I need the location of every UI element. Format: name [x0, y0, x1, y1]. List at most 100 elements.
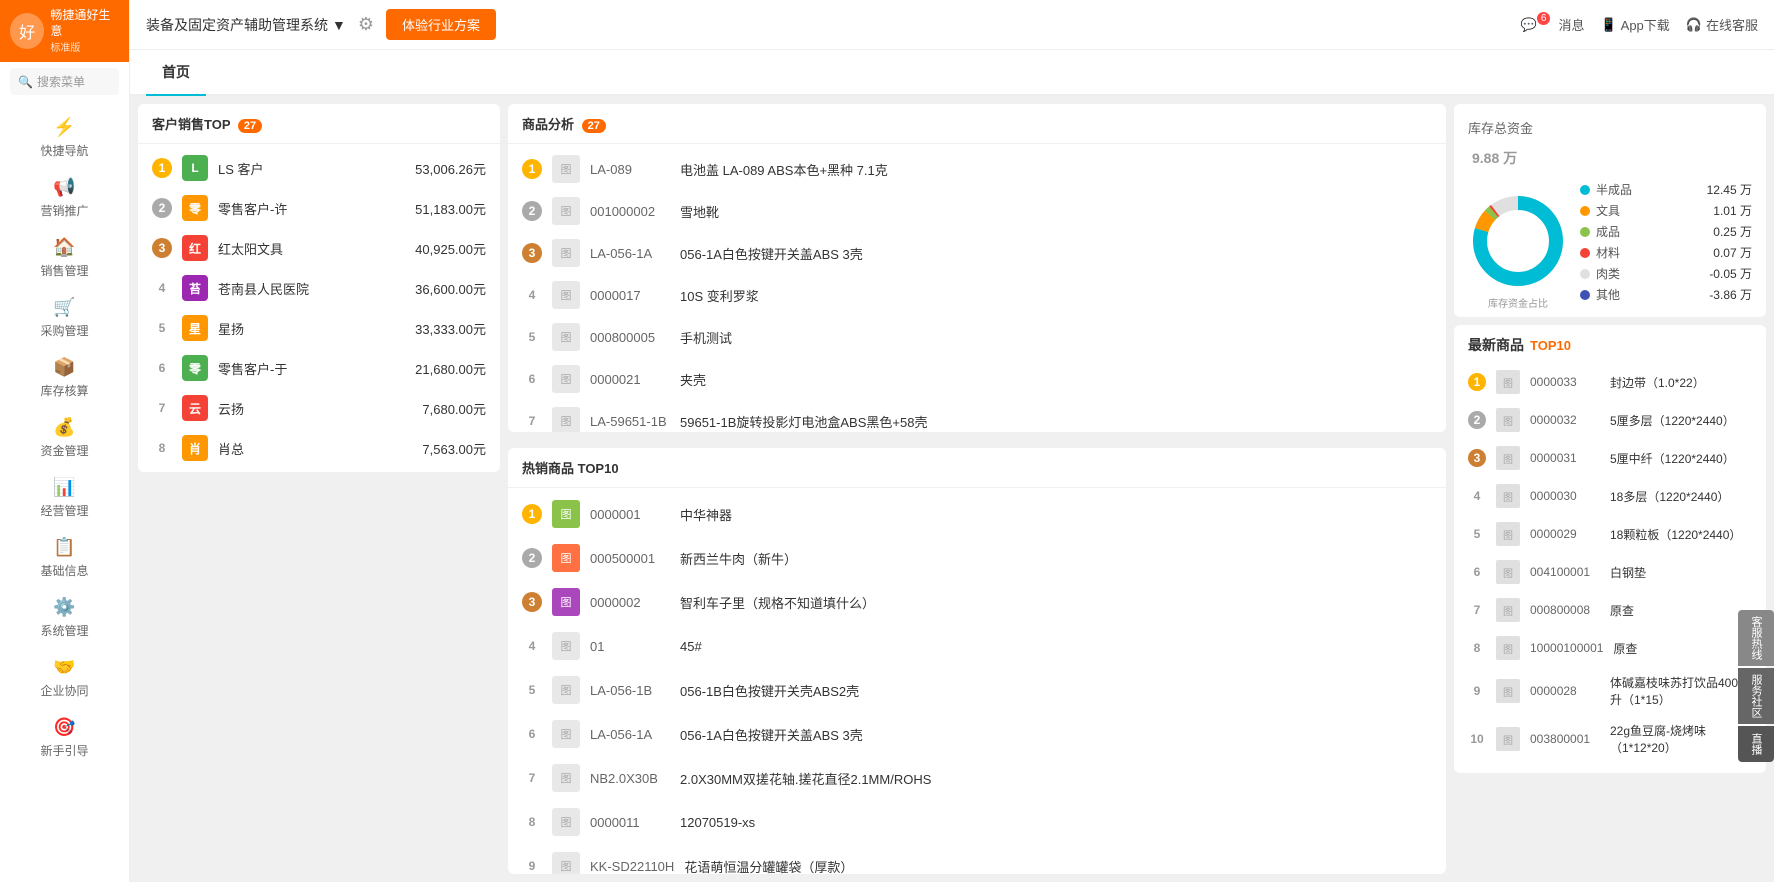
hot-rank-number: 6 — [522, 724, 542, 744]
app-badge: 标准版 — [50, 39, 119, 54]
customer-amount: 33,333.00元 — [415, 319, 486, 338]
legend-value: 1.01 万 — [1713, 202, 1752, 219]
hot-product-code: 000500001 — [590, 551, 670, 566]
product-rank-number: 7 — [522, 411, 542, 431]
rank-avatar: 云 — [182, 395, 208, 421]
sidebar-item-finance[interactable]: 💰 资金管理 — [0, 407, 129, 467]
customer-ranking-item: 7 云 云扬 7,680.00元 — [138, 388, 500, 428]
app-download-button[interactable]: 📱 App下载 — [1600, 15, 1669, 34]
hot-product-code: 0000001 — [590, 507, 670, 522]
customer-amount: 53,006.26元 — [415, 159, 486, 178]
customer-name: 云扬 — [218, 399, 412, 418]
quick-nav-icon: ⚡ — [53, 117, 75, 138]
product-thumb: 图 — [552, 588, 580, 616]
sidebar-item-basic-info[interactable]: 📋 基础信息 — [0, 527, 129, 587]
guide-icon: 🎯 — [53, 717, 75, 738]
hot-product-code: 01 — [590, 639, 670, 654]
hot-product-item: 4 图 01 45# — [508, 624, 1446, 668]
online-service-button[interactable]: 🎧 在线客服 — [1686, 15, 1758, 34]
sidebar-item-operations[interactable]: 📊 经营管理 — [0, 467, 129, 527]
sidebar-item-label: 系统管理 — [40, 622, 88, 639]
new-product-name: 18颗粒板（1220*2440） — [1610, 526, 1752, 543]
trial-button[interactable]: 体验行业方案 — [386, 9, 496, 40]
product-ranking-item: 2 图 001000002 雪地靴 — [508, 190, 1446, 232]
new-product-rank: 10 — [1468, 730, 1486, 748]
product-thumb: 图 — [552, 407, 580, 432]
sidebar-item-marketing[interactable]: 📢 营销推广 — [0, 167, 129, 227]
customer-ranking-badge: 27 — [238, 119, 262, 133]
rank-avatar: 红 — [182, 235, 208, 261]
online-service-label: 在线客服 — [1706, 15, 1758, 34]
sidebar-item-system[interactable]: ⚙️ 系统管理 — [0, 587, 129, 647]
sidebar-item-guide[interactable]: 🎯 新手引导 — [0, 707, 129, 767]
new-product-name: 18多层（1220*2440） — [1610, 488, 1752, 505]
tab-home[interactable]: 首页 — [146, 50, 206, 96]
new-product-code: 003800001 — [1530, 732, 1600, 746]
hot-product-code: KK-SD22110H — [590, 859, 674, 874]
new-products-list: 1 图 0000033 封边带（1.0*22） 2 图 0000032 5厘多层… — [1454, 363, 1766, 763]
system-title-dropdown[interactable]: 装备及固定资产辅助管理系统 ▼ — [146, 15, 346, 35]
customer-ranking-title: 客户销售TOP 27 — [152, 114, 262, 133]
hot-product-code: LA-056-1B — [590, 683, 670, 698]
inventory-title: 库存总资金 — [1468, 118, 1752, 137]
new-product-item: 8 图 10000100001 原查 — [1454, 629, 1766, 667]
legend-color-dot — [1580, 227, 1590, 237]
product-rank-number: 5 — [522, 327, 542, 347]
collab-icon: 🤝 — [53, 657, 75, 678]
sidebar-item-collab[interactable]: 🤝 企业协同 — [0, 647, 129, 707]
product-analysis-badge: 27 — [582, 119, 606, 133]
rank-avatar: 零 — [182, 355, 208, 381]
hot-product-code: NB2.0X30B — [590, 771, 670, 786]
logo-icon: 好 — [10, 13, 44, 49]
new-product-code: 0000032 — [1530, 413, 1600, 427]
search-menu[interactable]: 🔍 搜索菜单 — [10, 68, 119, 95]
hot-product-item: 6 图 LA-056-1A 056-1A白色按键开关盖ABS 3壳 — [508, 712, 1446, 756]
legend-value: 0.25 万 — [1713, 223, 1752, 240]
new-product-rank: 4 — [1468, 487, 1486, 505]
sidebar-item-quick-nav[interactable]: ⚡ 快捷导航 — [0, 107, 129, 167]
message-button[interactable]: 💬 6 消息 — [1521, 15, 1585, 34]
product-rank-number: 1 — [522, 159, 542, 179]
search-menu-label: 搜索菜单 — [37, 73, 85, 90]
hot-rank-number: 2 — [522, 548, 542, 568]
hot-rank-number: 3 — [522, 592, 542, 612]
sidebar-item-label: 资金管理 — [40, 442, 88, 459]
product-name: 59651-1B旋转投影灯电池盒ABS黑色+58壳 — [680, 412, 1432, 431]
customer-service-btn[interactable]: 客服热线 — [1738, 610, 1774, 666]
headset-icon: 🎧 — [1686, 17, 1702, 33]
inventory-legend: 半成品 12.45 万 文具 1.01 万 成品 0.25 万 材料 0.07 … — [1580, 181, 1752, 303]
sidebar-item-inventory[interactable]: 📦 库存核算 — [0, 347, 129, 407]
new-product-code: 0000030 — [1530, 489, 1600, 503]
hot-product-name: 12070519-xs — [680, 815, 1432, 830]
service-community-btn[interactable]: 服务社区 — [1738, 668, 1774, 724]
sidebar-item-purchase[interactable]: 🛒 采购管理 — [0, 287, 129, 347]
product-thumb: 图 — [552, 808, 580, 836]
hot-product-name: 2.0X30MM双搓花轴.搓花直径2.1MM/ROHS — [680, 769, 1432, 788]
hot-rank-number: 7 — [522, 768, 542, 788]
customer-ranking-item: 4 苔 苍南县人民医院 36,600.00元 — [138, 268, 500, 308]
dropdown-arrow-icon: ▼ — [332, 17, 346, 33]
legend-name: 文具 — [1596, 202, 1707, 219]
new-product-rank: 2 — [1468, 411, 1486, 429]
product-code: LA-59651-1B — [590, 414, 670, 429]
product-thumb: 图 — [552, 239, 580, 267]
phone-icon: 📱 — [1600, 17, 1616, 33]
product-ranking-item: 1 图 LA-089 电池盖 LA-089 ABS本色+黑种 7.1克 — [508, 148, 1446, 190]
page-tabs: 首页 — [130, 50, 1774, 96]
hot-rank-number: 8 — [522, 812, 542, 832]
sidebar-item-sales[interactable]: 🏠 销售管理 — [0, 227, 129, 287]
legend-color-dot — [1580, 290, 1590, 300]
hot-rank-number: 9 — [522, 856, 542, 874]
product-code: 0000017 — [590, 288, 670, 303]
customer-name: 星扬 — [218, 319, 405, 338]
hot-product-name: 45# — [680, 639, 1432, 654]
product-thumb: 图 — [552, 323, 580, 351]
legend-item: 材料 0.07 万 — [1580, 244, 1752, 261]
new-products-card: 最新商品 TOP10 1 图 0000033 封边带（1.0*22） 2 图 0… — [1454, 325, 1766, 773]
product-rank-number: 2 — [522, 201, 542, 221]
legend-value: -0.05 万 — [1709, 265, 1752, 282]
gear-icon[interactable]: ⚙ — [358, 14, 374, 35]
live-btn[interactable]: 直播 — [1738, 726, 1774, 762]
new-product-thumb: 图 — [1496, 727, 1520, 751]
donut-chart — [1468, 191, 1568, 291]
